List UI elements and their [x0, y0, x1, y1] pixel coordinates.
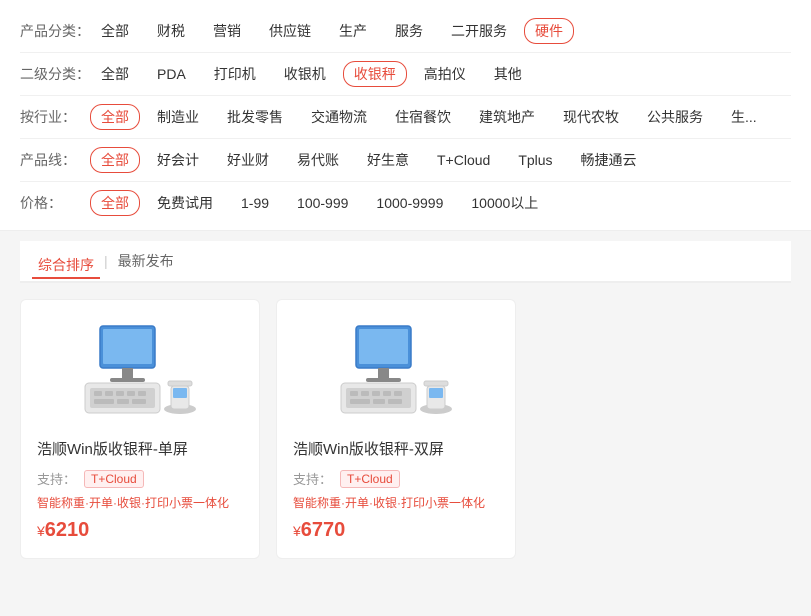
product-price-product-1: ¥6210 — [37, 519, 243, 542]
product-support-product-2: 支持： T+Cloud — [293, 469, 499, 488]
filter-item-sub-category-scale[interactable]: 收银秤 — [343, 61, 407, 87]
filter-item-product-category-marketing[interactable]: 营销 — [202, 18, 252, 44]
support-tag-product-1: T+Cloud — [84, 470, 144, 488]
filter-item-product-category-hardware[interactable]: 硬件 — [524, 18, 574, 44]
filter-item-product-line-tplus[interactable]: Tplus — [507, 149, 563, 171]
filter-label-product-category: 产品分类： — [20, 21, 90, 41]
sort-item-latest[interactable]: 最新发布 — [112, 249, 180, 273]
filter-item-price-1000_9999[interactable]: 1000-9999 — [365, 192, 454, 214]
support-label-product-2: 支持： — [293, 469, 332, 488]
product-price-product-2: ¥6770 — [293, 519, 499, 542]
filter-item-price-all[interactable]: 全部 — [90, 190, 140, 216]
filter-item-sub-category-high_cam[interactable]: 高拍仪 — [413, 61, 477, 87]
product-desc-product-1: 智能称重·开单·收银·打印小票一体化 — [37, 494, 243, 511]
product-image-product-1 — [37, 316, 243, 426]
filter-item-sub-category-printer[interactable]: 打印机 — [203, 61, 267, 87]
currency-symbol-product-1: ¥ — [37, 523, 45, 539]
filter-item-product-category-production[interactable]: 生产 — [328, 18, 378, 44]
filter-item-industry-life[interactable]: 生... — [720, 104, 768, 130]
filter-row-product-category: 产品分类： 全部财税营销供应链生产服务二开服务硬件 — [20, 10, 791, 53]
filter-item-sub-category-other[interactable]: 其他 — [483, 61, 533, 87]
sort-bar: 综合排序|最新发布 — [20, 241, 791, 283]
product-card-product-2[interactable]: 浩顺Win版收银秤-双屏 支持： T+Cloud 智能称重·开单·收银·打印小票… — [276, 299, 516, 559]
filter-item-industry-wholesale[interactable]: 批发零售 — [216, 104, 294, 130]
filter-item-industry-all[interactable]: 全部 — [90, 104, 140, 130]
filter-item-product-line-tcloud[interactable]: T+Cloud — [426, 149, 501, 171]
filter-item-industry-public[interactable]: 公共服务 — [636, 104, 714, 130]
filter-row-product-line: 产品线： 全部好会计好业财易代账好生意 T+Cloud Tplus 畅捷通云 — [20, 139, 791, 182]
filter-label-product-line: 产品线： — [20, 150, 90, 170]
product-support-product-1: 支持： T+Cloud — [37, 469, 243, 488]
filter-item-sub-category-cashier[interactable]: 收银机 — [273, 61, 337, 87]
products-grid: 浩顺Win版收银秤-单屏 支持： T+Cloud 智能称重·开单·收银·打印小票… — [0, 283, 811, 575]
product-card-product-1[interactable]: 浩顺Win版收银秤-单屏 支持： T+Cloud 智能称重·开单·收银·打印小票… — [20, 299, 260, 559]
filter-item-sub-category-pda[interactable]: PDA — [146, 63, 197, 85]
filter-item-industry-construction[interactable]: 建筑地产 — [468, 104, 546, 130]
filter-item-product-category-supply_chain[interactable]: 供应链 — [258, 18, 322, 44]
filter-item-industry-manufacturing[interactable]: 制造业 — [146, 104, 210, 130]
sort-divider: | — [100, 253, 112, 269]
product-image-product-2 — [293, 316, 499, 426]
filter-label-price: 价格： — [20, 193, 90, 213]
filter-item-product-category-open_service[interactable]: 二开服务 — [440, 18, 518, 44]
filter-row-sub-category: 二级分类： 全部 PDA 打印机收银机收银秤高拍仪其他 — [20, 53, 791, 96]
support-tag-product-2: T+Cloud — [340, 470, 400, 488]
product-desc-product-2: 智能称重·开单·收银·打印小票一体化 — [293, 494, 499, 511]
filter-row-industry: 按行业： 全部制造业批发零售交通物流住宿餐饮建筑地产现代农牧公共服务生... — [20, 96, 791, 139]
support-label-product-1: 支持： — [37, 469, 76, 488]
filter-items-sub-category: 全部 PDA 打印机收银机收银秤高拍仪其他 — [90, 61, 533, 87]
product-name-product-1: 浩顺Win版收银秤-单屏 — [37, 438, 243, 459]
filter-item-industry-modern_agri[interactable]: 现代农牧 — [552, 104, 630, 130]
filter-items-product-category: 全部财税营销供应链生产服务二开服务硬件 — [90, 18, 574, 44]
filter-label-sub-category: 二级分类： — [20, 64, 90, 84]
filter-items-industry: 全部制造业批发零售交通物流住宿餐饮建筑地产现代农牧公共服务生... — [90, 104, 768, 130]
filter-section: 产品分类： 全部财税营销供应链生产服务二开服务硬件 二级分类： 全部PDA打印机… — [0, 0, 811, 231]
filter-item-price-free[interactable]: 免费试用 — [146, 190, 224, 216]
filter-item-product-category-finance[interactable]: 财税 — [146, 18, 196, 44]
filter-item-product-line-smooth_cloud[interactable]: 畅捷通云 — [570, 147, 648, 173]
filter-item-product-category-all[interactable]: 全部 — [90, 18, 140, 44]
filter-items-price: 全部免费试用 1-99 100-999 1000-9999 10000以上 — [90, 190, 549, 216]
filter-item-price-10000_plus[interactable]: 10000以上 — [460, 190, 549, 216]
filter-item-product-line-good_account[interactable]: 好会计 — [146, 147, 210, 173]
filter-row-price: 价格： 全部免费试用 1-99 100-999 1000-9999 10000以上 — [20, 182, 791, 224]
filter-label-industry: 按行业： — [20, 107, 90, 127]
filter-item-price-100_999[interactable]: 100-999 — [286, 192, 359, 214]
filter-item-product-line-easy_account[interactable]: 易代账 — [286, 147, 350, 173]
filter-item-industry-hospitality[interactable]: 住宿餐饮 — [384, 104, 462, 130]
currency-symbol-product-2: ¥ — [293, 523, 301, 539]
filter-item-product-category-service[interactable]: 服务 — [384, 18, 434, 44]
filter-item-product-line-good_business[interactable]: 好生意 — [356, 147, 420, 173]
filter-item-sub-category-all[interactable]: 全部 — [90, 61, 140, 87]
filter-item-product-line-all[interactable]: 全部 — [90, 147, 140, 173]
product-name-product-2: 浩顺Win版收银秤-双屏 — [293, 438, 499, 459]
filter-item-product-line-good_finance[interactable]: 好业财 — [216, 147, 280, 173]
filter-item-price-1_99[interactable]: 1-99 — [230, 192, 280, 214]
filter-items-product-line: 全部好会计好业财易代账好生意 T+Cloud Tplus 畅捷通云 — [90, 147, 648, 173]
sort-item-comprehensive[interactable]: 综合排序 — [32, 253, 100, 279]
filter-item-industry-transport[interactable]: 交通物流 — [300, 104, 378, 130]
